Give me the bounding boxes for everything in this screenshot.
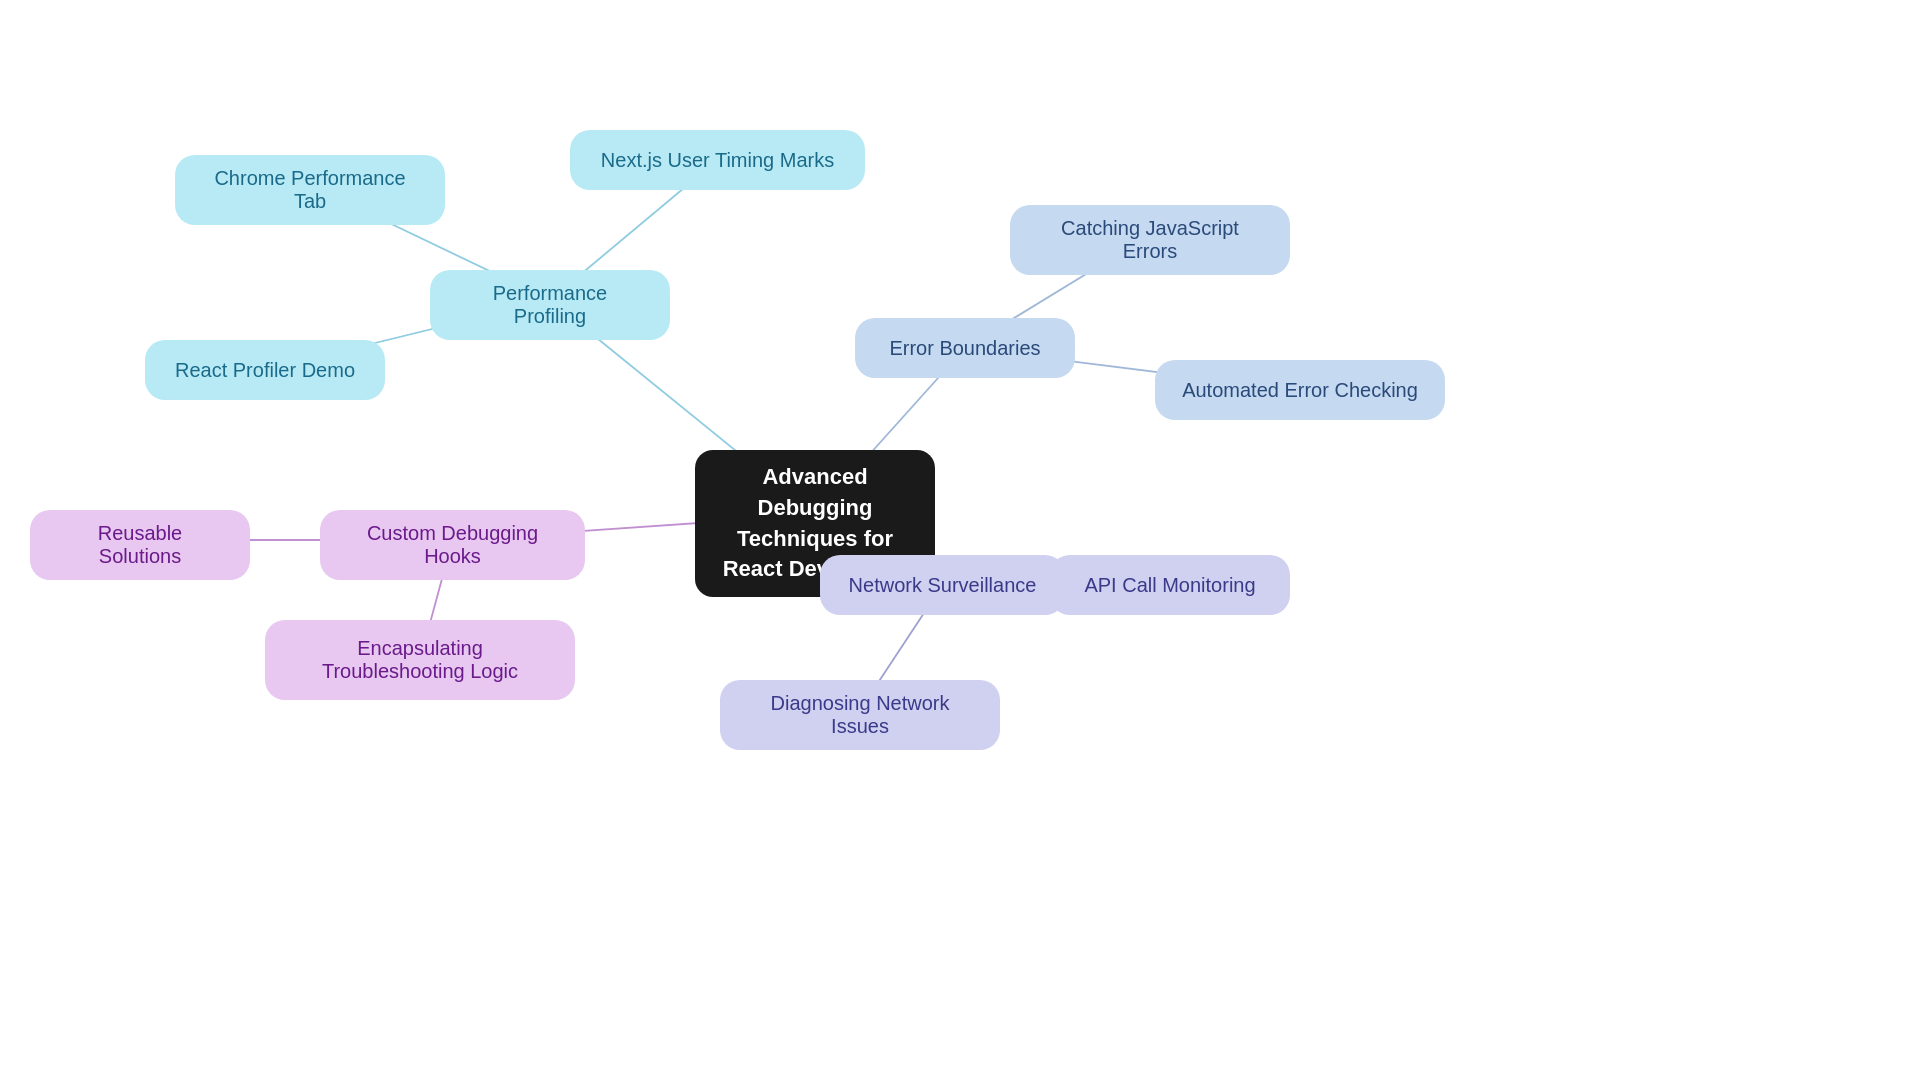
encapsulating-troubleshooting-node[interactable]: Encapsulating Troubleshooting Logic bbox=[265, 620, 575, 700]
api-call-monitoring-node[interactable]: API Call Monitoring bbox=[1050, 555, 1290, 615]
custom-debugging-hooks-node[interactable]: Custom Debugging Hooks bbox=[320, 510, 585, 580]
error-boundaries-node[interactable]: Error Boundaries bbox=[855, 318, 1075, 378]
diagnosing-network-issues-node[interactable]: Diagnosing Network Issues bbox=[720, 680, 1000, 750]
performance-profiling-node[interactable]: Performance Profiling bbox=[430, 270, 670, 340]
chrome-performance-tab-node[interactable]: Chrome Performance Tab bbox=[175, 155, 445, 225]
nextjs-user-timing-node[interactable]: Next.js User Timing Marks bbox=[570, 130, 865, 190]
react-profiler-demo-node[interactable]: React Profiler Demo bbox=[145, 340, 385, 400]
catching-js-errors-node[interactable]: Catching JavaScript Errors bbox=[1010, 205, 1290, 275]
network-surveillance-node[interactable]: Network Surveillance bbox=[820, 555, 1065, 615]
automated-error-checking-node[interactable]: Automated Error Checking bbox=[1155, 360, 1445, 420]
reusable-solutions-node[interactable]: Reusable Solutions bbox=[30, 510, 250, 580]
